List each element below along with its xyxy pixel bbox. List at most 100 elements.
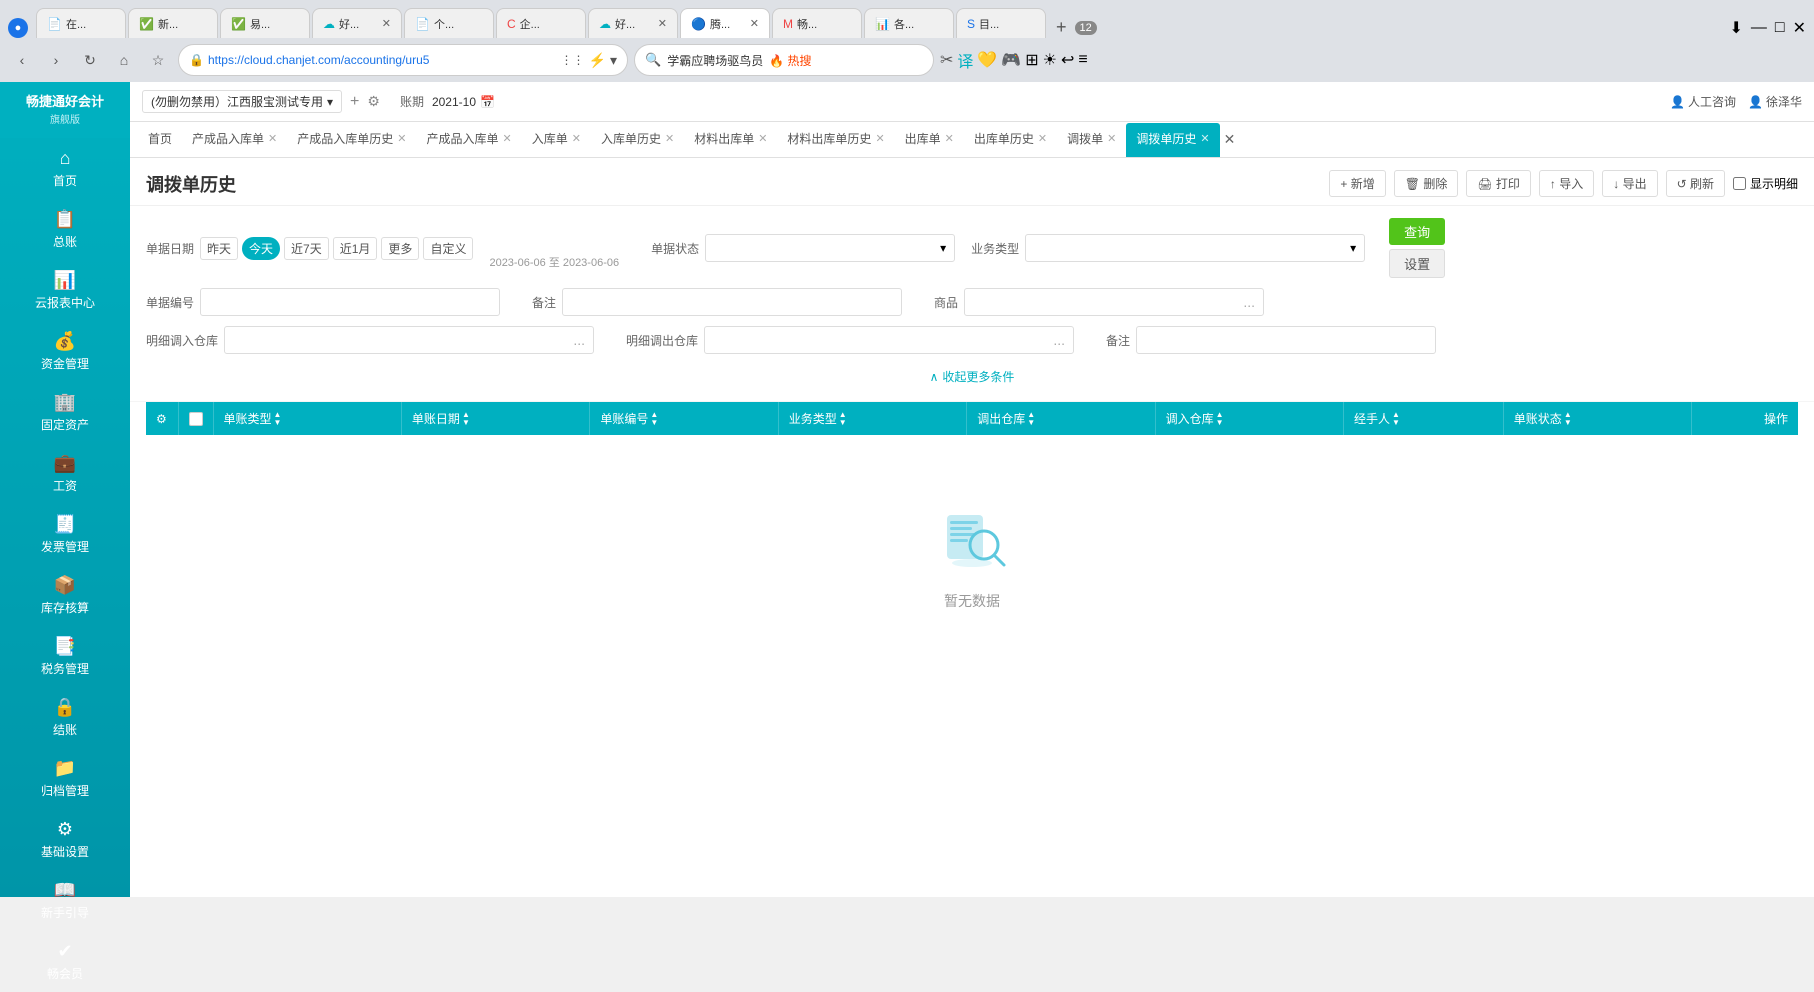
tab-close-prod-in-hist[interactable]: ✕	[397, 132, 406, 145]
status-select[interactable]: ▾	[705, 234, 955, 262]
tab-mat-out-hist[interactable]: 材料出库单历史 ✕	[777, 123, 894, 157]
downloads-icon[interactable]: ⬇	[1730, 18, 1743, 38]
th-gear[interactable]: ⚙	[146, 402, 178, 435]
minimize-btn[interactable]: —	[1751, 19, 1767, 37]
sort-arrows-type[interactable]: ▲▼	[274, 411, 282, 427]
date-btn-yesterday[interactable]: 昨天	[200, 237, 238, 260]
browser-tab-5[interactable]: 📄 个...	[404, 8, 494, 38]
close-all-tabs-btn[interactable]: ✕	[1224, 131, 1236, 148]
refresh-btn-page[interactable]: ↺ 刷新	[1666, 170, 1725, 197]
tab-close-mat-out[interactable]: ✕	[758, 132, 767, 145]
scissors-icon[interactable]: ✂	[940, 50, 953, 70]
translate-icon[interactable]: 译	[957, 48, 973, 72]
share-icon[interactable]: ⋮⋮	[561, 53, 585, 67]
date-btn-custom[interactable]: 自定义	[423, 237, 473, 260]
tab-close-prod-in[interactable]: ✕	[268, 132, 277, 145]
sidebar-item-settings[interactable]: ⚙ 基础设置	[0, 809, 130, 870]
th-check[interactable]	[178, 402, 213, 435]
sidebar-item-closing[interactable]: 🔒 结账	[0, 687, 130, 748]
detail-in-dots-icon[interactable]: ...	[573, 332, 585, 348]
menu-icon[interactable]: ≡	[1078, 51, 1087, 69]
biztype-select[interactable]: ▾	[1025, 234, 1365, 262]
grid-icon[interactable]: ⊞	[1025, 50, 1038, 70]
back-btn[interactable]: ‹	[8, 46, 36, 74]
print-btn[interactable]: 🖨 打印	[1466, 170, 1531, 197]
tab-transfer[interactable]: 调拨单 ✕	[1057, 123, 1126, 157]
goods-selector[interactable]: ...	[964, 288, 1264, 316]
tab-close-transfer[interactable]: ✕	[1107, 132, 1116, 145]
sort-arrows-handler[interactable]: ▲▼	[1392, 411, 1400, 427]
tab-mat-out[interactable]: 材料出库单 ✕	[684, 123, 777, 157]
export-btn[interactable]: ↓ 导出	[1602, 170, 1657, 197]
tab-prod-in[interactable]: 产成品入库单 ✕	[182, 123, 287, 157]
tab-close-transfer-hist[interactable]: ✕	[1200, 132, 1209, 145]
th-in-wh[interactable]: 调入仓库 ▲▼	[1155, 402, 1343, 435]
undo-icon[interactable]: ↩	[1061, 50, 1074, 70]
address-input[interactable]	[208, 53, 561, 67]
user-avatar[interactable]: 👤 徐泽华	[1748, 93, 1802, 110]
detail-out-dots-icon[interactable]: ...	[1053, 332, 1065, 348]
remark-input[interactable]	[562, 288, 902, 316]
browser-tab-11[interactable]: S 目...	[956, 8, 1046, 38]
tab-close-out-hist[interactable]: ✕	[1038, 132, 1047, 145]
tab-count-badge[interactable]: 12	[1075, 21, 1097, 35]
browser-tab-3[interactable]: ✅ 易...	[220, 8, 310, 38]
date-btn-more[interactable]: 更多	[381, 237, 419, 260]
lightning-icon[interactable]: ⚡	[589, 52, 606, 69]
date-btn-7days[interactable]: 近7天	[284, 237, 329, 260]
new-btn[interactable]: + 新增	[1329, 170, 1385, 197]
close-btn[interactable]: ✕	[1793, 18, 1806, 38]
tab-close-7[interactable]: ✕	[654, 17, 667, 30]
maximize-btn[interactable]: □	[1775, 19, 1785, 37]
date-btn-today[interactable]: 今天	[242, 237, 280, 260]
tab-close-4[interactable]: ✕	[378, 17, 391, 30]
sidebar-item-guide[interactable]: 📖 新手引导	[0, 870, 130, 931]
select-all-checkbox[interactable]	[189, 412, 203, 426]
game-icon[interactable]: 🎮	[1001, 50, 1021, 70]
collapse-btn[interactable]: ∧ 收起更多条件	[146, 364, 1798, 389]
sidebar-item-tax[interactable]: 📑 税务管理	[0, 626, 130, 687]
sidebar-item-capital[interactable]: 💰 资金管理	[0, 321, 130, 382]
th-type[interactable]: 单账类型 ▲▼	[213, 402, 401, 435]
tab-close-in-order[interactable]: ✕	[572, 132, 581, 145]
settings-gear-icon[interactable]: ⚙	[367, 93, 380, 110]
tab-prod-in-hist[interactable]: 产成品入库单历史 ✕	[287, 123, 416, 157]
sidebar-item-wages[interactable]: 💼 工资	[0, 443, 130, 504]
tab-home[interactable]: 首页	[138, 123, 182, 157]
company-select[interactable]: (勿删勿禁用）江西服宝测试专用 ▾	[142, 90, 342, 113]
orderno-input[interactable]	[200, 288, 500, 316]
theme-icon[interactable]: ☀	[1043, 50, 1057, 70]
th-handler[interactable]: 经手人 ▲▼	[1344, 402, 1504, 435]
tab-out-order[interactable]: 出库单 ✕	[895, 123, 964, 157]
sort-arrows-biz[interactable]: ▲▼	[839, 411, 847, 427]
forward-btn[interactable]: ›	[42, 46, 70, 74]
date-btn-1month[interactable]: 近1月	[333, 237, 378, 260]
tab-close-mat-out-hist[interactable]: ✕	[875, 132, 884, 145]
refresh-btn[interactable]: ↻	[76, 46, 104, 74]
th-status[interactable]: 单账状态 ▲▼	[1503, 402, 1691, 435]
sidebar-item-archive[interactable]: 📁 归档管理	[0, 748, 130, 809]
tab-in-hist[interactable]: 入库单历史 ✕	[591, 123, 684, 157]
th-biz[interactable]: 业务类型 ▲▼	[778, 402, 966, 435]
delete-btn[interactable]: 🗑 删除	[1394, 170, 1459, 197]
show-columns-checkbox[interactable]	[1733, 177, 1746, 190]
sort-arrows-out-wh[interactable]: ▲▼	[1027, 411, 1035, 427]
sidebar-item-member[interactable]: ✔ 畅会员	[0, 931, 130, 992]
settings-query-btn[interactable]: 设置	[1389, 249, 1445, 278]
sort-arrows-date[interactable]: ▲▼	[462, 411, 470, 427]
tab-out-hist[interactable]: 出库单历史 ✕	[964, 123, 1057, 157]
sort-arrows-in-wh[interactable]: ▲▼	[1216, 411, 1224, 427]
service-btn[interactable]: 👤 人工咨询	[1670, 93, 1736, 110]
show-columns-label[interactable]: 显示明细	[1733, 175, 1798, 192]
browser-tab-10[interactable]: 📊 各...	[864, 8, 954, 38]
goods-dots-icon[interactable]: ...	[1243, 294, 1255, 310]
new-tab-btn[interactable]: +	[1056, 17, 1067, 38]
sidebar-logo[interactable]: 畅捷通好会计 旗舰版	[0, 82, 130, 138]
browser-tab-6[interactable]: C 企...	[496, 8, 586, 38]
sidebar-item-invoice[interactable]: 🧾 发票管理	[0, 504, 130, 565]
query-btn[interactable]: 查询	[1389, 218, 1445, 245]
sidebar-item-assets[interactable]: 🏢 固定资产	[0, 382, 130, 443]
remark2-input[interactable]	[1136, 326, 1436, 354]
th-out-wh[interactable]: 调出仓库 ▲▼	[967, 402, 1155, 435]
browser-tab-4[interactable]: ☁ 好... ✕	[312, 8, 402, 38]
